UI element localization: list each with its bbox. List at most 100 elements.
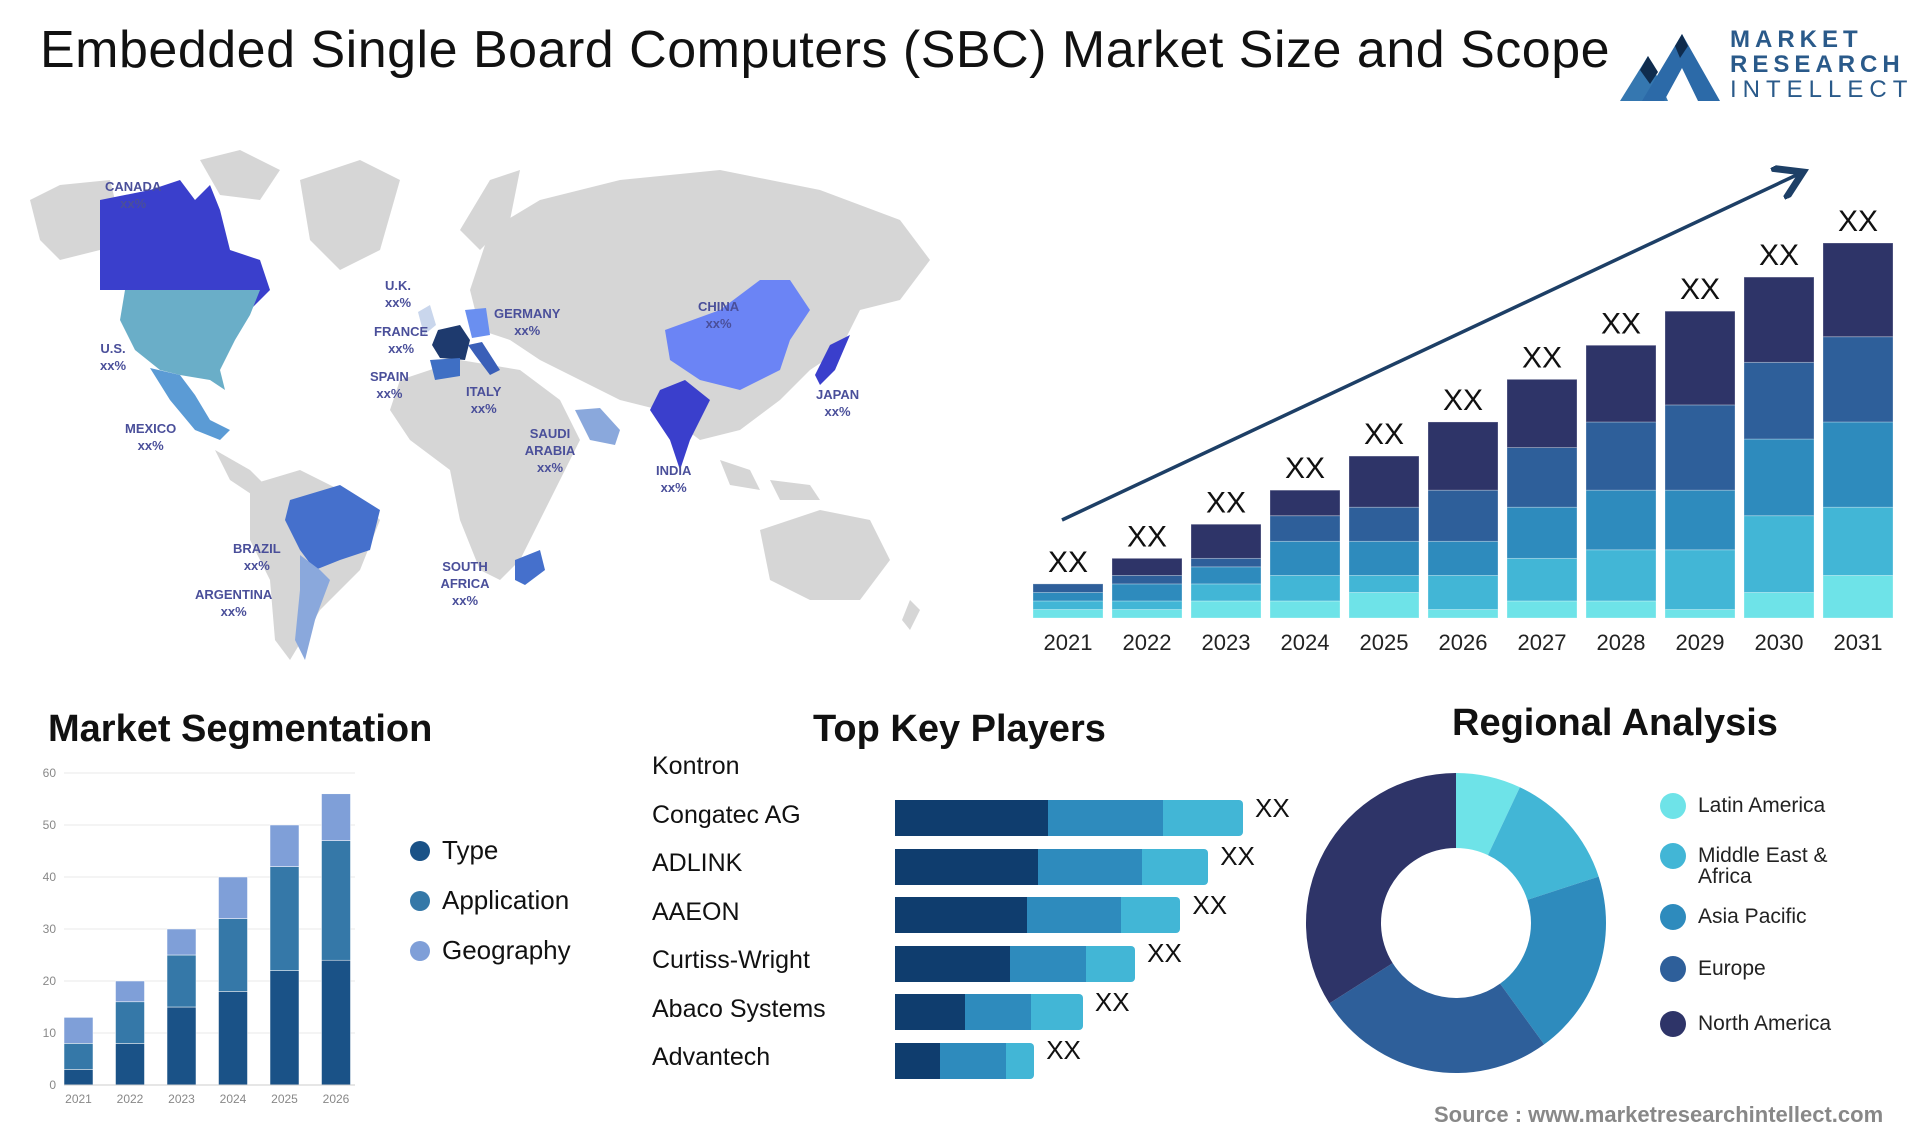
player-bar-segment (1048, 800, 1163, 836)
bar-segment (1506, 447, 1578, 508)
x-tick-label: 2023 (1202, 630, 1251, 655)
bar-segment (1664, 549, 1736, 610)
bar-2026 (1427, 421, 1499, 619)
source-citation: Source : www.marketresearchintellect.com (1434, 1102, 1884, 1127)
x-tick-label: 2027 (1518, 630, 1567, 655)
bar-segment-type (63, 1069, 94, 1086)
bar-2031 (1822, 242, 1894, 619)
legend-swatch (410, 890, 430, 911)
regional-donut-chart (1306, 773, 1606, 1073)
bar-segment-geography (269, 824, 300, 867)
map-label-japan: JAPAN xx% (816, 387, 860, 419)
y-tick-label: 30 (43, 922, 57, 936)
player-bar-segment (1009, 945, 1087, 982)
player-bar-segment (1121, 897, 1181, 933)
player-bar-segment (1142, 848, 1209, 885)
legend-swatch (1660, 843, 1686, 869)
bar-segment-geography (166, 928, 197, 956)
player-bar (895, 945, 1136, 982)
map-label-france: FRANCE xx% (374, 324, 429, 356)
map-label-canada: CANADA xx% (105, 179, 162, 211)
country-us[interactable] (120, 290, 260, 390)
segmentation-title: Market Segmentation (48, 708, 433, 750)
map-label-mexico: MEXICO xx% (125, 421, 177, 453)
x-tick-label: 2026 (323, 1092, 350, 1106)
bar-segment (1111, 600, 1183, 610)
bar-segment (1664, 609, 1736, 619)
logo-line-2: RESEARCH (1730, 51, 1905, 78)
player-bar (895, 1042, 1035, 1079)
x-tick-label: 2024 (1281, 630, 1330, 655)
bar-2024 (1269, 489, 1341, 619)
player-bar-segment (1006, 1042, 1035, 1079)
bar-segment (1427, 421, 1499, 491)
legend-item-middle-east-africa: Middle East & Africa (1660, 843, 1848, 887)
player-bar-segment (964, 994, 1031, 1030)
bar-segment-type (166, 1006, 197, 1086)
bar-segment (1269, 540, 1341, 576)
country-spain[interactable] (430, 358, 460, 380)
player-bar-segment (895, 800, 1049, 836)
player-name: Abaco Systems (652, 994, 826, 1023)
x-tick-label: 2025 (271, 1092, 298, 1106)
player-bar-segment (895, 1042, 941, 1079)
bar-segment-application (269, 866, 300, 971)
bar-segment-geography (218, 876, 248, 919)
legend-label: Type (442, 835, 499, 865)
x-tick-label: 2030 (1755, 630, 1804, 655)
regional-title: Regional Analysis (1452, 702, 1778, 744)
x-tick-label: 2024 (220, 1092, 247, 1106)
bar-segment (1506, 506, 1578, 559)
bar-segment (1506, 600, 1578, 619)
map-label-argentina: ARGENTINA xx% (195, 587, 273, 619)
bar-2021 (1032, 583, 1104, 619)
legend-item-north-america: North America (1660, 1011, 1831, 1037)
bar-segment (1822, 336, 1894, 423)
legend-swatch (410, 940, 430, 961)
player-bar (895, 848, 1209, 885)
map-label-south-africa: SOUTH AFRICA xx% (440, 559, 490, 608)
bar-segment (1664, 404, 1736, 491)
company-logo: MARKET RESEARCH INTELLECT (1620, 26, 1907, 106)
x-tick-label: 2028 (1597, 630, 1646, 655)
player-bar (895, 897, 1181, 933)
player-name: Congatec AG (652, 800, 801, 829)
bar-data-label: XX (1127, 520, 1167, 553)
bar-segment (1427, 609, 1499, 619)
bar-segment (1348, 592, 1420, 619)
player-bar-segment (895, 848, 1038, 885)
legend-label: Asia Pacific (1698, 905, 1807, 928)
bar-segment (1743, 276, 1815, 363)
bar-segment (1269, 574, 1341, 602)
bar-segment (1743, 361, 1815, 440)
map-label-italy: ITALY xx% (466, 384, 502, 416)
bar-2022 (1111, 557, 1183, 619)
legend-label: Latin America (1698, 794, 1826, 817)
bar-segment-type (115, 1043, 145, 1086)
bar-segment (1032, 600, 1104, 610)
country-germany[interactable] (465, 308, 490, 338)
country-france[interactable] (432, 325, 470, 360)
bar-segment-application (321, 840, 351, 961)
player-value-label: XX (1255, 792, 1290, 823)
bar-segment (1506, 378, 1578, 448)
player-name: ADLINK (652, 849, 743, 877)
bar-segment (1743, 592, 1815, 619)
y-tick-label: 10 (43, 1026, 57, 1040)
bar-segment (1348, 540, 1420, 576)
player-name: Kontron (652, 752, 740, 780)
bar-segment (1190, 600, 1262, 619)
legend-item-asia-pacific: Asia Pacific (1660, 904, 1807, 930)
bar-segment-geography (115, 980, 145, 1003)
bar-segment (1585, 344, 1657, 423)
player-bar-segment (1086, 945, 1136, 982)
y-tick-label: 60 (43, 766, 57, 780)
page-title: Embedded Single Board Computers (SBC) Ma… (40, 21, 1611, 79)
legend-label: Europe (1698, 957, 1766, 980)
logo-mountain-icon (1620, 34, 1720, 101)
bar-2029 (1664, 310, 1736, 619)
world-map: CANADA xx% U.S. xx% MEXICO xx% U.K. xx% FRAN… (20, 140, 940, 680)
bar-segment-type (218, 991, 248, 1086)
bar-segment-geography (321, 793, 351, 841)
legend-swatch (410, 840, 430, 861)
